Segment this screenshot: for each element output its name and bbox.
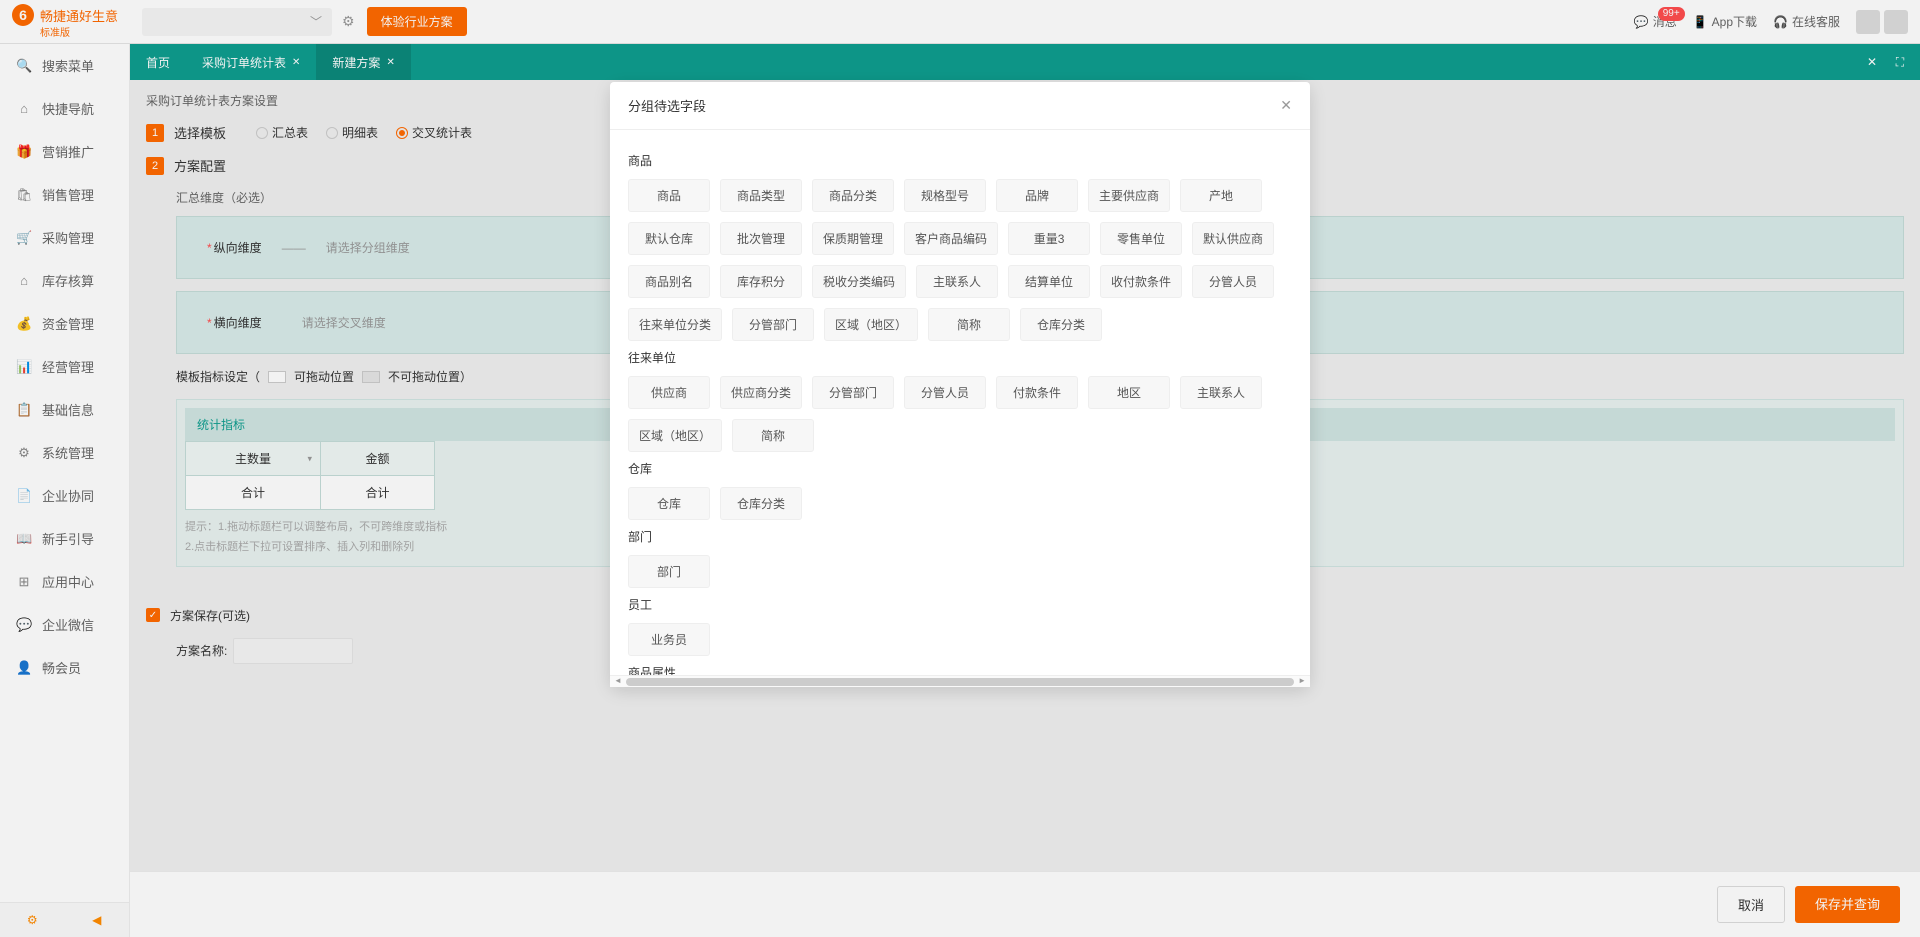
modal-header: 分组待选字段 ✕ (610, 82, 1310, 130)
field-group-title: 部门 (628, 528, 1292, 545)
field-chip[interactable]: 主联系人 (916, 265, 998, 298)
field-group-title: 商品属性 (628, 664, 1292, 675)
field-chip[interactable]: 产地 (1180, 179, 1262, 212)
field-chip[interactable]: 仓库分类 (720, 487, 802, 520)
modal-body: 商品商品商品类型商品分类规格型号品牌主要供应商产地默认仓库批次管理保质期管理客户… (610, 130, 1310, 675)
field-chip[interactable]: 商品别名 (628, 265, 710, 298)
field-chip[interactable]: 简称 (928, 308, 1010, 341)
field-chip[interactable]: 库存积分 (720, 265, 802, 298)
field-chip[interactable]: 业务员 (628, 623, 710, 656)
field-chip[interactable]: 重量3 (1008, 222, 1090, 255)
field-chip[interactable]: 保质期管理 (812, 222, 894, 255)
field-chip[interactable]: 供应商 (628, 376, 710, 409)
modal-close-button[interactable]: ✕ (1280, 97, 1292, 114)
field-chip[interactable]: 简称 (732, 419, 814, 452)
field-chip[interactable]: 供应商分类 (720, 376, 802, 409)
field-chip[interactable]: 主联系人 (1180, 376, 1262, 409)
field-chip-group: 业务员 (628, 623, 1292, 656)
modal-horizontal-scrollbar[interactable] (610, 675, 1310, 687)
field-chip[interactable]: 分管部门 (812, 376, 894, 409)
field-chip[interactable]: 零售单位 (1100, 222, 1182, 255)
field-chip[interactable]: 区域（地区） (628, 419, 722, 452)
field-chip[interactable]: 区域（地区） (824, 308, 918, 341)
field-chip[interactable]: 商品分类 (812, 179, 894, 212)
field-chip[interactable]: 批次管理 (720, 222, 802, 255)
field-chip[interactable]: 分管部门 (732, 308, 814, 341)
field-chip-group: 供应商供应商分类分管部门分管人员付款条件地区主联系人区域（地区） 简称 (628, 376, 1292, 452)
scrollbar-thumb[interactable] (626, 678, 1294, 686)
field-chip[interactable]: 客户商品编码 (904, 222, 998, 255)
field-group-title: 商品 (628, 152, 1292, 169)
field-chip-group: 商品商品类型商品分类规格型号品牌主要供应商产地默认仓库批次管理保质期管理客户商品… (628, 179, 1292, 341)
field-chip[interactable]: 结算单位 (1008, 265, 1090, 298)
field-chip[interactable]: 地区 (1088, 376, 1170, 409)
field-chip-group: 仓库仓库分类 (628, 487, 1292, 520)
field-chip-group: 部门 (628, 555, 1292, 588)
field-chip[interactable]: 往来单位分类 (628, 308, 722, 341)
field-chip[interactable]: 收付款条件 (1100, 265, 1182, 298)
field-chip[interactable]: 税收分类编码 (812, 265, 906, 298)
field-chip[interactable]: 付款条件 (996, 376, 1078, 409)
field-chip[interactable]: 默认供应商 (1192, 222, 1274, 255)
field-selector-modal: 分组待选字段 ✕ 商品商品商品类型商品分类规格型号品牌主要供应商产地默认仓库批次… (610, 82, 1310, 687)
modal-title: 分组待选字段 (628, 96, 706, 115)
field-group-title: 往来单位 (628, 349, 1292, 366)
field-chip[interactable]: 仓库分类 (1020, 308, 1102, 341)
field-chip[interactable]: 分管人员 (904, 376, 986, 409)
field-chip[interactable]: 商品 (628, 179, 710, 212)
field-chip[interactable]: 部门 (628, 555, 710, 588)
field-chip[interactable]: 品牌 (996, 179, 1078, 212)
field-chip[interactable]: 规格型号 (904, 179, 986, 212)
field-chip[interactable]: 主要供应商 (1088, 179, 1170, 212)
field-chip[interactable]: 商品类型 (720, 179, 802, 212)
field-chip[interactable]: 分管人员 (1192, 265, 1274, 298)
field-group-title: 仓库 (628, 460, 1292, 477)
field-chip[interactable]: 仓库 (628, 487, 710, 520)
field-group-title: 员工 (628, 596, 1292, 613)
modal-mask: 分组待选字段 ✕ 商品商品商品类型商品分类规格型号品牌主要供应商产地默认仓库批次… (0, 0, 1920, 937)
field-chip[interactable]: 默认仓库 (628, 222, 710, 255)
